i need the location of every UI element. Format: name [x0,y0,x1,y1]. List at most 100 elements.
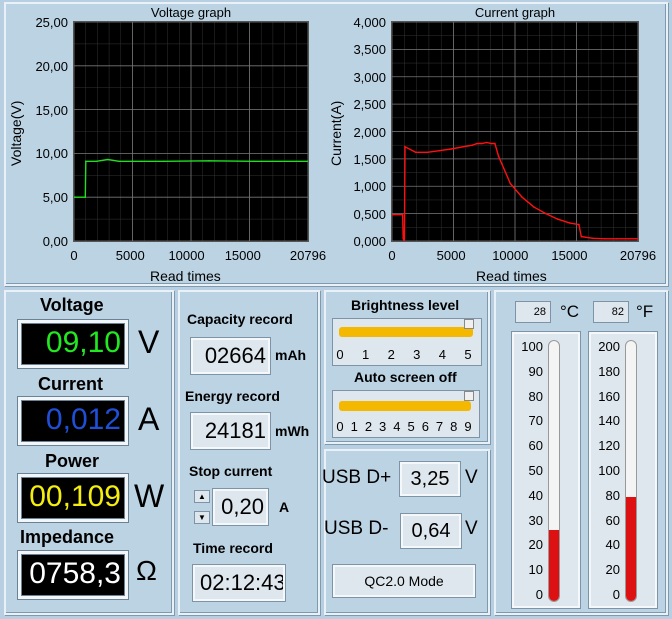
current-xtick: 5000 [436,248,466,263]
data-point [580,235,583,238]
voltage-graph-title: Voltage graph [150,5,232,20]
fahrenheit-tick: 100 [598,463,620,478]
screen-off-tick: 2 [364,419,373,434]
brightness-slider-bar [339,327,473,337]
capacity-value: 02664 [191,338,270,374]
capacity-label: Capacity record [187,311,293,327]
data-point [140,160,143,163]
fahrenheit-tick: 200 [598,339,620,354]
celsius-tube [548,340,560,602]
qc-mode-button[interactable]: QC2.0 Mode [333,565,475,597]
fahrenheit-tick: 60 [605,512,620,528]
current-ytick: 2,000 [353,124,386,140]
celsius-tick: 10 [528,562,543,578]
celsius-value: 28 [515,301,551,323]
screen-off-tick: 6 [421,419,429,434]
screen-off-tick: 7 [435,419,444,434]
data-point [592,237,594,240]
voltage-xtick: 0 [70,248,78,263]
screen-off-slider[interactable]: 0123456789 [332,390,480,438]
voltage-unit: V [138,324,160,360]
celsius-tick: 70 [528,413,543,429]
data-point [556,218,559,220]
current-xtick: 20796 [619,248,657,263]
data-point [401,213,404,216]
data-point [578,223,580,226]
voltage-xtick: 15000 [224,248,261,263]
power-label: Power [45,451,100,471]
data-point [402,237,404,240]
brightness-tick: 1 [361,347,370,362]
power-display: 00,109 [18,474,128,522]
energy-unit: mWh [275,423,310,439]
voltage-ytick: 10,00 [35,146,68,162]
current-ytick: 0,000 [353,234,386,249]
data-point [95,160,98,163]
brightness-tick: 2 [387,347,395,362]
current-xtick: 10000 [492,248,529,263]
celsius-fill [549,529,559,601]
current-ytick: 4,000 [353,15,386,30]
data-point [85,160,87,163]
data-point [533,206,535,208]
screen-off-slider-knob[interactable] [464,391,474,401]
voltage-plot [73,21,309,242]
impedance-display: 0758,3 [18,551,128,599]
current-plot [391,21,639,242]
data-point [438,149,441,152]
usb-dplus-value: 3,25 [400,462,460,496]
energy-label: Energy record [185,388,280,404]
stop-current-up-button[interactable]: ▲ [194,490,210,503]
current-ytick: 0,500 [353,206,386,222]
current-graph-xlabel: Read times [476,268,547,284]
impedance-label: Impedance [20,527,115,547]
voltage-xtick: 20796 [289,248,327,263]
data-point [118,160,120,163]
current-xtick: 0 [388,248,396,263]
data-point [462,146,464,148]
fahrenheit-tick: 120 [598,438,620,454]
celsius-tick: 90 [528,363,543,379]
data-point [426,151,429,154]
current-ytick: 2,500 [353,97,386,113]
voltage-xtick: 5000 [115,248,145,263]
data-point [627,238,630,240]
data-point [476,142,478,145]
celsius-tick: 50 [528,463,543,478]
capacity-unit: mAh [275,347,307,363]
data-point [481,142,483,145]
usb-dplus-label: USB D+ [322,467,392,488]
celsius-tick: 20 [528,537,543,553]
screen-off-tick: 5 [407,419,415,434]
fahrenheit-tick: 180 [598,363,620,379]
celsius-tick: 100 [521,339,543,354]
celsius-unit: °C [560,302,580,321]
stop-current-down-button[interactable]: ▼ [194,511,210,524]
data-point [545,212,547,215]
usb-dminus-unit: V [465,518,478,539]
data-point [107,158,109,161]
current-display: 0,012 [18,397,128,445]
voltage-label: Voltage [40,295,104,315]
fahrenheit-tick: 20 [605,562,620,578]
impedance-unit: Ω [136,555,157,586]
brightness-tick: 0 [336,347,344,362]
fahrenheit-value: 82 [593,301,629,323]
energy-value: 24181 [191,413,270,449]
data-point [450,148,452,150]
usb-dminus-label: USB D- [324,518,389,539]
brightness-slider-knob[interactable] [464,319,474,329]
voltage-ytick: 5,00 [42,190,68,206]
screen-off-tick: 1 [350,419,358,434]
brightness-label: Brightness level [351,297,460,313]
time-record-value: 02:12:43 [193,565,285,601]
data-point [485,141,488,144]
fahrenheit-tick: 0 [612,587,620,602]
stop-current-input[interactable]: 0,20 [213,489,268,525]
celsius-tick: 80 [528,388,543,404]
voltage-xtick: 10000 [168,248,205,263]
time-record-label: Time record [193,540,273,556]
data-point [414,151,417,154]
brightness-tick: 3 [413,347,421,362]
brightness-slider[interactable]: 0 1 2 3 4 5 [332,318,482,366]
